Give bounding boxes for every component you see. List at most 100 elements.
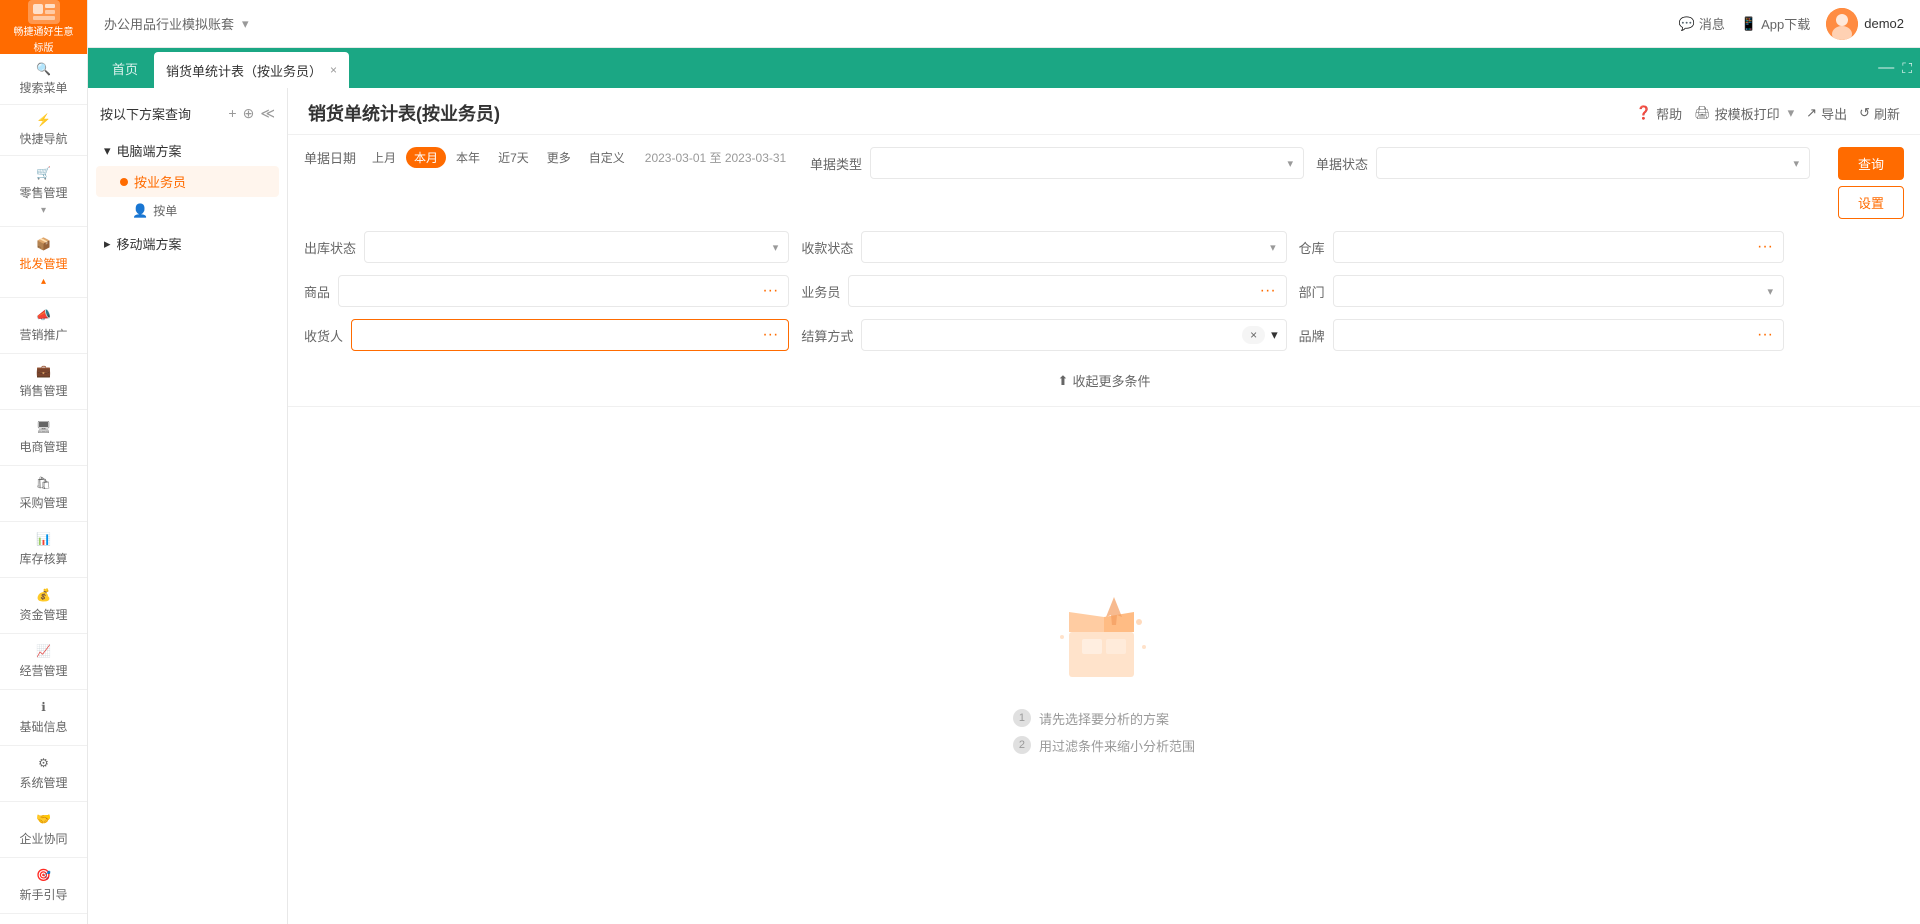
chevron-right-icon: ▸ <box>104 236 111 252</box>
sidebar-item-collab[interactable]: 🤝 企业协同 <box>0 802 88 858</box>
date-tab-custom[interactable]: 自定义 <box>581 147 633 168</box>
add-scheme-button[interactable]: + <box>228 105 236 122</box>
desktop-group: ▾ 电脑端方案 按业务员 👤 按单 <box>96 135 279 224</box>
settlement-dropdown-icon: ▾ <box>1271 327 1278 343</box>
settlement-close-icon[interactable]: × <box>1250 328 1257 342</box>
app-name: 畅捷通好生意 <box>14 27 74 39</box>
refresh-button[interactable]: ↺ 刷新 <box>1859 104 1900 123</box>
recipient-input[interactable]: ··· <box>351 319 789 351</box>
payment-select[interactable]: ▾ <box>861 231 1286 263</box>
help-icon: ❓ <box>1636 105 1652 121</box>
avatar-image <box>1826 8 1858 40</box>
date-label: 单据日期 <box>304 148 356 167</box>
warehouse-dots-icon: ··· <box>1757 238 1773 256</box>
sidebar-item-guide[interactable]: 🎯 新手引导 <box>0 858 88 914</box>
search-icon: 🔍 <box>36 62 51 76</box>
collapse-button[interactable]: ⬆ 收起更多条件 <box>1050 363 1159 398</box>
topbar-right: 💬 消息 📱 App下载 demo2 <box>1679 8 1904 40</box>
brand-select[interactable]: ··· <box>1333 319 1784 351</box>
settlement-label: 结算方式 <box>801 326 853 345</box>
department-dropdown-icon: ▾ <box>1767 285 1773 298</box>
guide-icon: 🎯 <box>36 868 51 882</box>
payment-dropdown-icon: ▾ <box>1270 241 1276 254</box>
sidebar-item-operations[interactable]: 📈 经营管理 <box>0 634 88 690</box>
person-icon: 👤 <box>132 203 148 219</box>
left-panel: 按以下方案查询 + ⊕ ≪ ▾ 电脑端方案 按业务员 <box>88 88 288 924</box>
sidebar-item-sales[interactable]: 💼 销售管理 <box>0 354 88 410</box>
tab-close-button[interactable]: × <box>330 63 337 77</box>
tab-active[interactable]: 销货单统计表（按业务员） × <box>154 52 349 88</box>
brand-dots-icon: ··· <box>1757 326 1773 344</box>
baseinfo-icon: ℹ <box>41 700 46 714</box>
sidebar-item-retail[interactable]: 🛒 零售管理 ▾ <box>0 156 88 227</box>
query-button[interactable]: 查询 <box>1838 147 1904 180</box>
outbound-dropdown-icon: ▾ <box>773 241 779 254</box>
message-button[interactable]: 💬 消息 <box>1679 14 1725 33</box>
date-tab-7days[interactable]: 近7天 <box>490 147 537 168</box>
left-panel-header: 按以下方案查询 + ⊕ ≪ <box>88 100 287 127</box>
doc-type-dropdown-icon: ▾ <box>1287 157 1293 170</box>
breadcrumb-dropdown-icon[interactable]: ▾ <box>242 16 249 32</box>
sidebar-item-search[interactable]: 🔍 搜索菜单 <box>0 54 87 105</box>
left-panel-actions: + ⊕ ≪ <box>228 105 275 122</box>
department-select[interactable]: ▾ <box>1333 275 1784 307</box>
date-tab-more[interactable]: 更多 <box>539 147 579 168</box>
mobile-group-title[interactable]: ▸ 移动端方案 <box>96 228 279 259</box>
ecommerce-icon: 🖥 <box>36 420 51 434</box>
collapse-up-icon: ⬆ <box>1058 373 1069 389</box>
window-maximize-button[interactable]: ⛶ <box>1902 60 1912 77</box>
collab-icon: 🤝 <box>36 812 51 826</box>
doc-type-label: 单据类型 <box>810 154 862 173</box>
scheme-item-salesperson[interactable]: 按业务员 <box>96 166 279 197</box>
empty-step-1: 1 请先选择要分析的方案 <box>1013 709 1195 728</box>
department-label: 部门 <box>1299 282 1325 301</box>
export-button[interactable]: ↗ 导出 <box>1806 104 1847 123</box>
sidebar-item-wholesale[interactable]: 📦 批发管理 ▴ <box>0 227 88 298</box>
settlement-select[interactable]: × ▾ <box>861 319 1286 351</box>
settings-button[interactable]: 设置 <box>1838 186 1904 219</box>
scheme-item-order[interactable]: 👤 按单 <box>96 197 279 224</box>
date-tab-thisyear[interactable]: 本年 <box>448 147 488 168</box>
recipient-label: 收货人 <box>304 326 343 345</box>
date-tab-thismonth[interactable]: 本月 <box>406 147 446 168</box>
filter-section: 单据日期 上月 本月 本年 近7天 更多 自定义 2023-03-01 至 20… <box>288 135 1920 406</box>
doc-type-select[interactable]: ▾ <box>870 147 1304 179</box>
app-logo[interactable]: 畅捷通好生意 标版 <box>0 0 88 54</box>
sidebar-item-appcenter[interactable]: 🧩 应用中心 <box>0 914 88 924</box>
sidebar-item-finance[interactable]: 💰 资金管理 <box>0 578 88 634</box>
sidebar-item-marketing[interactable]: 📣 营销推广 <box>0 298 88 354</box>
warehouse-label: 仓库 <box>1299 238 1325 257</box>
print-icon: 🖨 <box>1694 105 1711 121</box>
print-dropdown-icon[interactable]: ▾ <box>1788 105 1795 121</box>
breadcrumb: 办公用品行业模拟账套 ▾ <box>104 14 1667 33</box>
app-download-button[interactable]: 📱 App下载 <box>1741 14 1810 33</box>
empty-illustration <box>1044 577 1164 697</box>
window-minimize-button[interactable]: — <box>1878 59 1894 77</box>
goods-select[interactable]: ··· <box>338 275 789 307</box>
edit-scheme-button[interactable]: ⊕ <box>243 105 255 122</box>
sidebar-item-system[interactable]: ⚙ 系统管理 <box>0 746 88 802</box>
outbound-label: 出库状态 <box>304 238 356 257</box>
sidebar-item-baseinfo[interactable]: ℹ 基础信息 <box>0 690 88 746</box>
sidebar-item-inventory[interactable]: 📊 库存核算 <box>0 522 88 578</box>
user-avatar[interactable]: demo2 <box>1826 8 1904 40</box>
sidebar-item-purchase[interactable]: 🛍 采购管理 <box>0 466 88 522</box>
salesperson-select[interactable]: ··· <box>848 275 1286 307</box>
desktop-group-title[interactable]: ▾ 电脑端方案 <box>96 135 279 166</box>
date-range-display: 2023-03-01 至 2023-03-31 <box>645 149 786 166</box>
help-button[interactable]: ❓ 帮助 <box>1636 104 1682 123</box>
sidebar-item-quicknav[interactable]: ⚡ 快捷导航 <box>0 105 87 156</box>
collapse-panel-button[interactable]: ≪ <box>260 105 275 122</box>
sidebar-item-ecommerce[interactable]: 🖥 电商管理 <box>0 410 88 466</box>
recipient-dots-icon: ··· <box>762 326 778 344</box>
warehouse-select[interactable]: ··· <box>1333 231 1784 263</box>
tabbar: 首页 销货单统计表（按业务员） × — ⛶ <box>88 48 1920 88</box>
outbound-select[interactable]: ▾ <box>364 231 789 263</box>
empty-steps: 1 请先选择要分析的方案 2 用过滤条件来缩小分析范围 <box>1013 709 1195 755</box>
message-icon: 💬 <box>1679 16 1695 32</box>
tabbar-right: — ⛶ <box>1878 59 1912 77</box>
print-button[interactable]: 🖨 按模板打印 ▾ <box>1694 104 1794 123</box>
doc-status-select[interactable]: ▾ <box>1376 147 1810 179</box>
date-tab-lastmonth[interactable]: 上月 <box>364 147 404 168</box>
tab-home[interactable]: 首页 <box>96 48 154 88</box>
